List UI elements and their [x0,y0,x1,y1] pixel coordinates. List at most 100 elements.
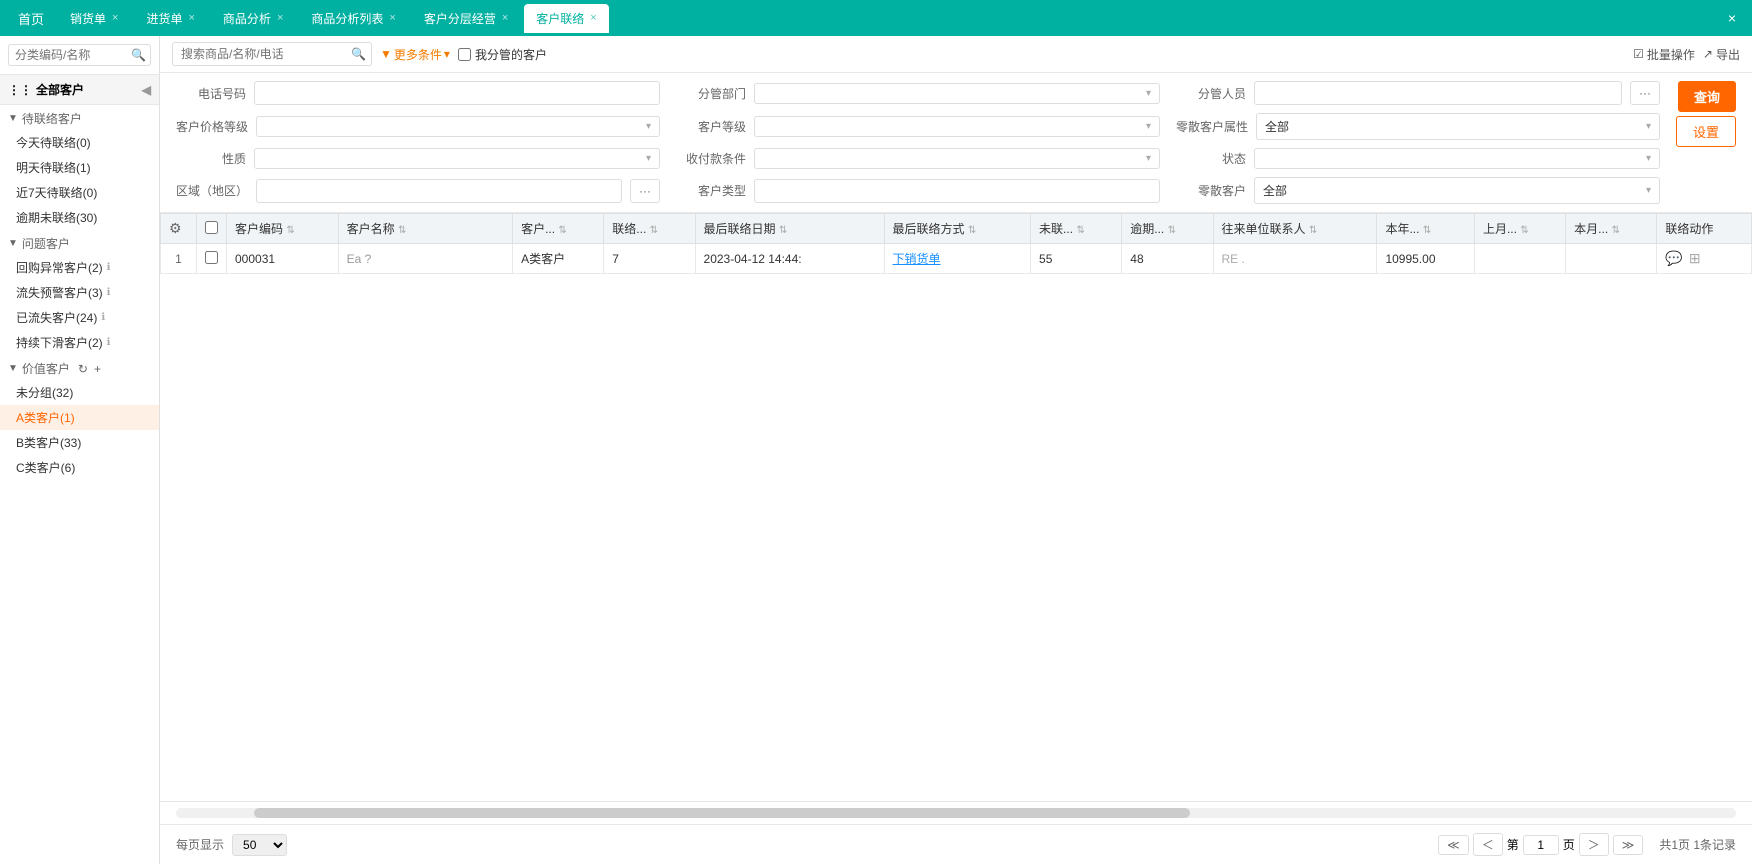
nav-tab-crm[interactable]: 客户分层经营 × [412,4,520,33]
price-level-select[interactable]: ▾ [256,116,660,137]
sidebar-all-customers[interactable]: ⋮⋮ 全部客户 ◀ [0,75,159,105]
cust-type-input[interactable] [754,179,1160,203]
section-pending-arrow: ▼ [8,113,18,124]
column-settings-btn[interactable]: ⚙ [169,220,182,237]
nav-tab-analysis-list[interactable]: 商品分析列表 × [299,4,407,33]
sort-this-year-icon[interactable]: ⇅ [1423,225,1431,236]
page-prev-btn[interactable]: ＜ [1473,833,1503,856]
sidebar-item-overdue-label: 逾期未联络(30) [16,209,97,226]
select-all-checkbox[interactable] [205,221,218,234]
sidebar-item-abnormal[interactable]: 回购异常客户(2) ℹ [0,255,159,280]
page-number-input[interactable] [1523,835,1559,855]
page-size-select[interactable]: 50 100 [232,834,287,856]
sidebar-item-a-class[interactable]: A类客户(1) [0,405,159,430]
batch-op-btn[interactable]: ☑ 批量操作 [1633,46,1695,63]
sidebar-item-tomorrow[interactable]: 明天待联络(1) [0,155,159,180]
filter-row-retail: 零散客户 全部 ▾ [1176,177,1660,204]
nav-tab-contact[interactable]: 客户联络 × [524,4,608,33]
table-row: 1 000031 Ea ? A类客户 [161,244,1752,274]
sidebar-item-7days[interactable]: 近7天待联络(0) [0,180,159,205]
manager-input[interactable] [1254,81,1622,105]
nature-select[interactable]: ▾ [254,148,660,169]
nav-tab-sales-close[interactable]: × [112,12,118,24]
sort-name-icon[interactable]: ⇅ [398,225,406,236]
nav-tab-analysis-close[interactable]: × [277,12,283,24]
region-input[interactable] [256,179,622,203]
export-btn[interactable]: ↗ 导出 [1703,46,1740,63]
sort-contact-icon[interactable]: ⇅ [650,225,658,236]
retail-attr-arrow-icon: ▾ [1646,121,1651,132]
filter-row-dept: 分管部门 ▾ [676,81,1160,105]
collapse-arrow-icon[interactable]: ◀ [142,83,151,97]
sort-last-month-icon[interactable]: ⇅ [1520,225,1528,236]
sidebar-item-ungrouped[interactable]: 未分组(32) [0,380,159,405]
sort-no-contact-icon[interactable]: ⇅ [1076,225,1084,236]
sidebar-item-today[interactable]: 今天待联络(0) [0,130,159,155]
sort-overdue-icon[interactable]: ⇅ [1168,225,1176,236]
sort-last-date-icon[interactable]: ⇅ [779,225,787,236]
settings-btn[interactable]: 设置 [1676,116,1736,147]
sidebar-item-overdue[interactable]: 逾期未联络(30) [0,205,159,230]
sidebar-search-icon: 🔍 [131,48,146,62]
sort-last-method-icon[interactable]: ⇅ [968,225,976,236]
sidebar-item-churn-warn[interactable]: 流失预警客户(3) ℹ [0,280,159,305]
sidebar-item-c-class[interactable]: C类客户(6) [0,455,159,480]
nav-tab-contact-close[interactable]: × [590,12,596,24]
page-last-btn[interactable]: ≫ [1613,835,1644,855]
status-select[interactable]: ▾ [1254,148,1660,169]
sort-code-icon[interactable]: ⇅ [286,225,294,236]
sidebar-search-input[interactable] [8,44,151,66]
sidebar-item-b-class[interactable]: B类客户(33) [0,430,159,455]
sidebar-item-churn-warn-label: 流失预警客户(3) [16,284,103,301]
filter-row-cust-type: 客户类型 [676,177,1160,204]
sort-contact2-icon[interactable]: ⇅ [1309,225,1317,236]
nav-tab-purchase-close[interactable]: × [188,12,194,24]
nav-home[interactable]: 首页 [8,3,54,34]
nav-tab-analysis[interactable]: 商品分析 × [211,4,295,33]
section-problem[interactable]: ▼ 问题客户 [0,230,159,255]
action-chat-icon[interactable]: 💬 [1665,250,1682,267]
sidebar-item-declining[interactable]: 持续下滑客户(2) ℹ [0,330,159,355]
section-value[interactable]: ▼ 价值客户 ↻ + [0,355,159,380]
th-contact: 联络... ⇅ [604,214,695,244]
sort-level-icon[interactable]: ⇅ [558,225,566,236]
h-scrollbar[interactable] [176,808,1736,818]
section-pending[interactable]: ▼ 待联络客户 [0,105,159,130]
filter-row-status: 状态 ▾ [1176,148,1660,169]
query-btn[interactable]: 查询 [1678,81,1736,112]
manager-more-btn[interactable]: ··· [1630,81,1660,105]
payment-select[interactable]: ▾ [754,148,1160,169]
phone-input[interactable] [254,81,660,105]
add-group-icon[interactable]: + [94,362,101,376]
filter-search-input[interactable] [172,42,372,66]
close-all-icon[interactable]: × [1720,6,1744,30]
row-checkbox[interactable] [205,251,218,264]
h-scrollbar-thumb[interactable] [254,808,1190,818]
filter-bar: 🔍 ▼ 更多条件 ▾ 我分管的客户 ☑ 批量操作 ↗ 导出 [160,36,1752,73]
more-conditions-btn[interactable]: ▼ 更多条件 ▾ [380,46,450,63]
action-link-icon[interactable]: ⊞ [1689,250,1701,267]
customer-table: ⚙ 客户编码 ⇅ 客户名称 ⇅ [160,213,1752,274]
nav-tab-analysis-list-close[interactable]: × [389,12,395,24]
nav-tab-sales[interactable]: 销货单 × [58,4,130,33]
my-customers-label[interactable]: 我分管的客户 [458,46,547,63]
region-more-btn[interactable]: ··· [630,179,660,203]
filter-row-payment: 收付款条件 ▾ [676,148,1160,169]
sidebar-item-churned[interactable]: 已流失客户(24) ℹ [0,305,159,330]
page-first-btn[interactable]: ≪ [1438,835,1469,855]
nav-tab-purchase[interactable]: 进货单 × [134,4,206,33]
nav-tab-contact-label: 客户联络 [536,10,584,27]
page-next-btn[interactable]: ＞ [1579,833,1609,856]
th-this-year-label: 本年... [1385,222,1419,236]
retail-attr-select[interactable]: 全部 ▾ [1256,113,1660,140]
cust-level-select[interactable]: ▾ [754,116,1160,137]
my-customers-checkbox[interactable] [458,48,471,61]
sort-this-month-icon[interactable]: ⇅ [1612,225,1620,236]
dept-select[interactable]: ▾ [754,83,1160,104]
more-arrow-icon: ▾ [444,47,450,61]
nav-tab-crm-close[interactable]: × [502,12,508,24]
price-level-label: 客户价格等级 [176,118,248,135]
refresh-icon[interactable]: ↻ [78,362,88,376]
td-last-method-link[interactable]: 下销货单 [893,252,941,266]
retail-select[interactable]: 全部 ▾ [1254,177,1660,204]
